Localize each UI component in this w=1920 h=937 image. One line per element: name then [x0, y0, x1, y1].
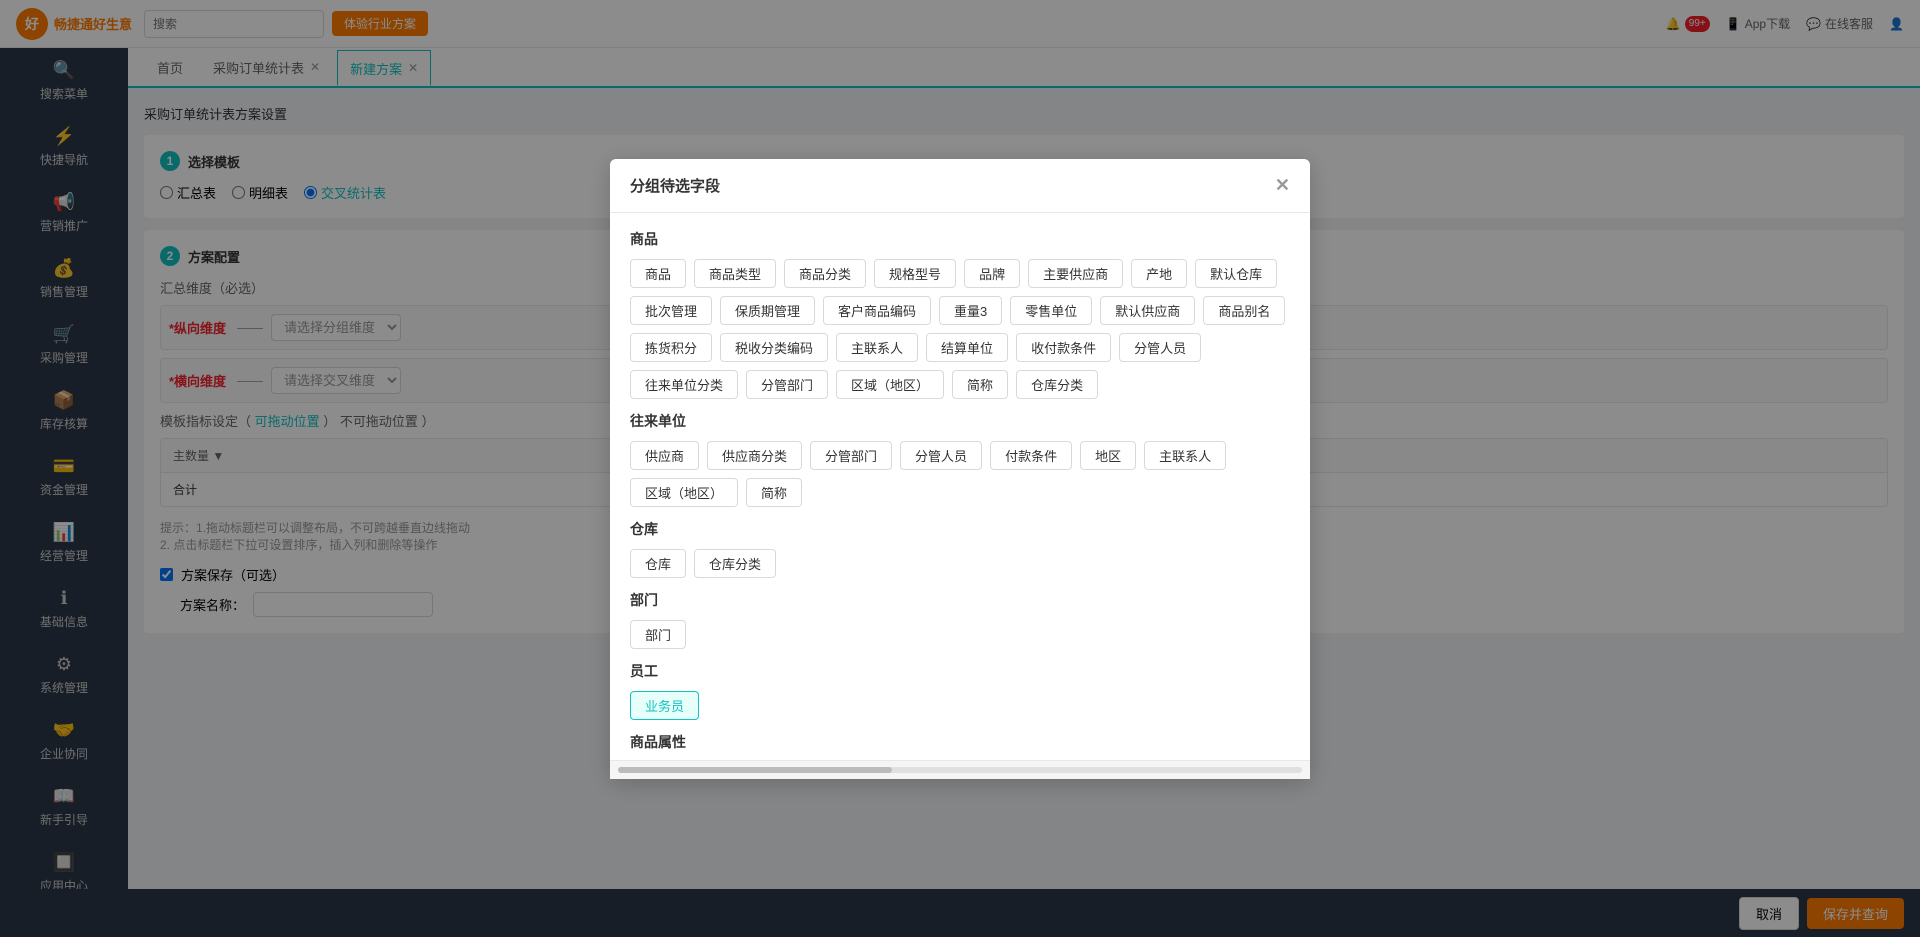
modal-scrollbar[interactable] [610, 760, 1310, 778]
field-tag-goods-18[interactable]: 结算单位 [926, 333, 1008, 362]
field-tag-goods-10[interactable]: 客户商品编码 [823, 296, 931, 325]
field-tags-warehouse: 仓库 仓库分类 [630, 549, 1290, 578]
modal-dialog: 分组待选字段 ✕ 商品 商品 商品类型 商品分类 规格型号 品牌 主要供应商 产… [610, 159, 1310, 779]
modal-close-button[interactable]: ✕ [1275, 175, 1290, 196]
field-tag-goods-17[interactable]: 主联系人 [836, 333, 918, 362]
field-tag-warehouse-0[interactable]: 仓库 [630, 549, 686, 578]
field-tag-goods-20[interactable]: 分管人员 [1119, 333, 1201, 362]
field-tags-partner: 供应商 供应商分类 分管部门 分管人员 付款条件 地区 主联系人 区域（地区） … [630, 441, 1290, 507]
field-tag-goods-1[interactable]: 商品类型 [694, 259, 776, 288]
field-tag-partner-0[interactable]: 供应商 [630, 441, 699, 470]
field-tag-goods-7[interactable]: 默认仓库 [1195, 259, 1277, 288]
field-tag-goods-23[interactable]: 区域（地区） [836, 370, 944, 399]
scroll-track [618, 767, 1302, 773]
field-tag-partner-3[interactable]: 分管人员 [900, 441, 982, 470]
field-tag-goods-12[interactable]: 零售单位 [1010, 296, 1092, 325]
field-tag-goods-2[interactable]: 商品分类 [784, 259, 866, 288]
field-tag-goods-0[interactable]: 商品 [630, 259, 686, 288]
field-tags-dept: 部门 [630, 620, 1290, 649]
field-tag-goods-14[interactable]: 商品别名 [1203, 296, 1285, 325]
field-tag-goods-22[interactable]: 分管部门 [746, 370, 828, 399]
field-tag-goods-15[interactable]: 拣货积分 [630, 333, 712, 362]
field-tag-goods-4[interactable]: 品牌 [964, 259, 1020, 288]
modal-overlay: 分组待选字段 ✕ 商品 商品 商品类型 商品分类 规格型号 品牌 主要供应商 产… [0, 0, 1920, 937]
scroll-thumb [618, 767, 892, 773]
field-tag-partner-4[interactable]: 付款条件 [990, 441, 1072, 470]
field-tag-partner-7[interactable]: 区域（地区） [630, 478, 738, 507]
field-tags-employee: 业务员 [630, 691, 1290, 720]
field-tag-goods-19[interactable]: 收付款条件 [1016, 333, 1111, 362]
section-title-employee: 员工 [630, 661, 1290, 681]
field-tag-partner-5[interactable]: 地区 [1080, 441, 1136, 470]
modal-header: 分组待选字段 ✕ [610, 159, 1310, 213]
field-tag-goods-25[interactable]: 仓库分类 [1016, 370, 1098, 399]
field-tag-goods-21[interactable]: 往来单位分类 [630, 370, 738, 399]
field-tag-goods-5[interactable]: 主要供应商 [1028, 259, 1123, 288]
field-tag-warehouse-1[interactable]: 仓库分类 [694, 549, 776, 578]
field-tag-goods-9[interactable]: 保质期管理 [720, 296, 815, 325]
modal-body[interactable]: 商品 商品 商品类型 商品分类 规格型号 品牌 主要供应商 产地 默认仓库 批次… [610, 213, 1310, 761]
field-tag-goods-3[interactable]: 规格型号 [874, 259, 956, 288]
section-title-dept: 部门 [630, 590, 1290, 610]
field-tag-goods-16[interactable]: 税收分类编码 [720, 333, 828, 362]
field-tag-goods-13[interactable]: 默认供应商 [1100, 296, 1195, 325]
field-tag-partner-1[interactable]: 供应商分类 [707, 441, 802, 470]
field-tag-partner-6[interactable]: 主联系人 [1144, 441, 1226, 470]
field-tag-dept-0[interactable]: 部门 [630, 620, 686, 649]
modal-title: 分组待选字段 [630, 175, 720, 196]
section-title-partner: 往来单位 [630, 411, 1290, 431]
field-tag-goods-24[interactable]: 简称 [952, 370, 1008, 399]
section-title-warehouse: 仓库 [630, 519, 1290, 539]
field-tag-partner-8[interactable]: 简称 [746, 478, 802, 507]
field-tags-goods: 商品 商品类型 商品分类 规格型号 品牌 主要供应商 产地 默认仓库 批次管理 … [630, 259, 1290, 399]
field-tag-employee-0[interactable]: 业务员 [630, 691, 699, 720]
field-tag-goods-8[interactable]: 批次管理 [630, 296, 712, 325]
field-tag-goods-6[interactable]: 产地 [1131, 259, 1187, 288]
field-tag-partner-2[interactable]: 分管部门 [810, 441, 892, 470]
section-title-goods: 商品 [630, 229, 1290, 249]
field-tag-goods-11[interactable]: 重量3 [939, 296, 1002, 325]
section-title-attr: 商品属性 [630, 732, 1290, 752]
